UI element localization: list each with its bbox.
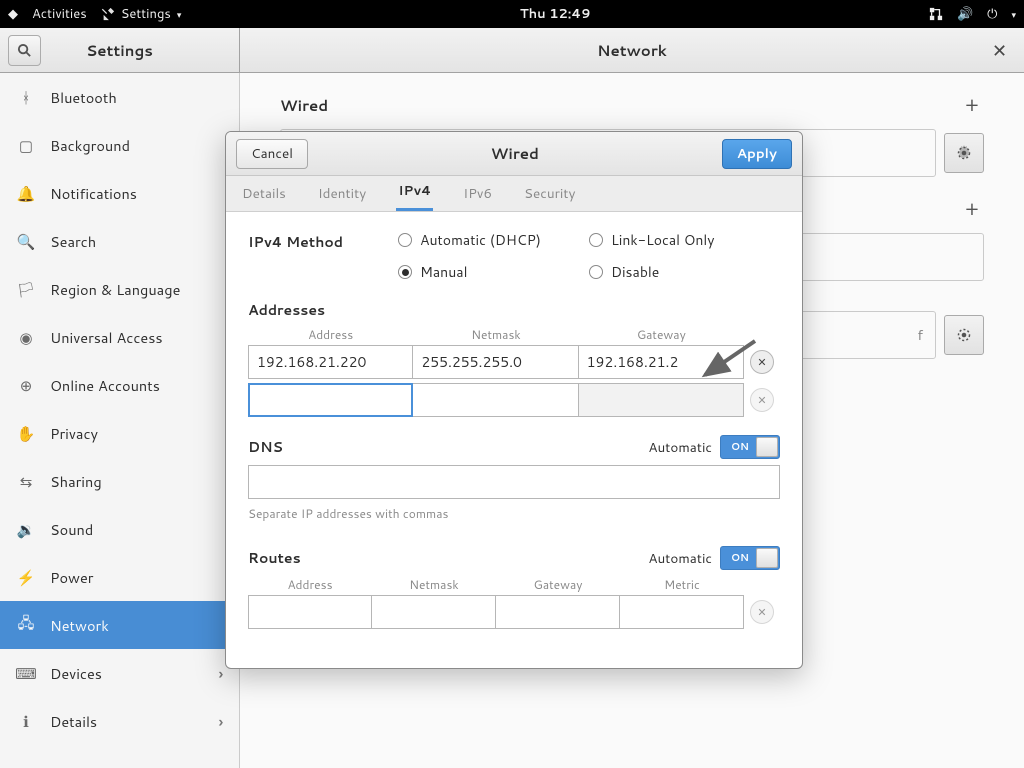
ipv4-method-label: IPv4 Method: [248, 230, 398, 282]
clock[interactable]: Thu 12:49: [181, 5, 929, 23]
ipv4-method-manual[interactable]: Manual: [398, 262, 589, 282]
dialog-title: Wired: [308, 143, 722, 164]
route-row-0: ✕: [248, 595, 780, 629]
dns-automatic-toggle[interactable]: ON: [720, 435, 780, 459]
cancel-button[interactable]: Cancel: [236, 139, 308, 169]
route-address-input[interactable]: [248, 595, 372, 629]
addresses-header: Address Netmask Gateway: [248, 326, 780, 343]
tab-security[interactable]: Security: [522, 176, 577, 211]
route-netmask-input[interactable]: [372, 595, 496, 629]
dialog-body: IPv4 Method Automatic (DHCP)Link-Local O…: [226, 212, 802, 668]
dns-input[interactable]: [248, 465, 780, 499]
addresses-label: Addresses: [248, 300, 780, 320]
connection-editor-dialog: Cancel Wired Apply DetailsIdentityIPv4IP…: [225, 131, 803, 669]
tab-identity[interactable]: Identity: [316, 176, 368, 211]
route-gateway-input[interactable]: [496, 595, 620, 629]
ipv4-method-disable[interactable]: Disable: [589, 262, 780, 282]
gnome-logo-icon: ◆: [8, 5, 18, 23]
tools-icon: [101, 7, 115, 21]
routes-label: Routes: [248, 548, 301, 568]
ipv4-method-automatic-dhcp-[interactable]: Automatic (DHCP): [398, 230, 589, 250]
tab-ipv6[interactable]: IPv6: [461, 176, 494, 211]
app-menu-button[interactable]: Settings ▾: [101, 5, 182, 23]
dialog-tabs: Details Identity IPv4 IPv6 Security: [226, 176, 802, 212]
ipv4-method-link-local-only[interactable]: Link-Local Only: [589, 230, 780, 250]
route-metric-input[interactable]: [620, 595, 744, 629]
radio-icon: [398, 265, 412, 279]
system-menu-chevron-icon[interactable]: ▾: [1011, 8, 1016, 21]
dns-label: DNS: [248, 437, 283, 457]
dialog-header: Cancel Wired Apply: [226, 132, 802, 176]
radio-icon: [589, 265, 603, 279]
delete-row-button-new[interactable]: ✕: [750, 388, 774, 412]
gnome-topbar: ◆ Activities Settings ▾ Thu 12:49 🔊 ⏻ ▾: [0, 0, 1024, 28]
tab-ipv4[interactable]: IPv4: [396, 173, 433, 211]
address-row-0: ✕: [248, 345, 780, 379]
ipv4-method-options: Automatic (DHCP)Link-Local OnlyManualDis…: [398, 230, 780, 282]
netmask-input[interactable]: [413, 345, 578, 379]
gateway-input[interactable]: [579, 345, 744, 379]
radio-icon: [398, 233, 412, 247]
gateway-input-new[interactable]: [579, 383, 744, 417]
delete-route-button[interactable]: ✕: [750, 600, 774, 624]
dns-hint: Separate IP addresses with commas: [248, 505, 780, 522]
address-input[interactable]: [248, 345, 413, 379]
apply-button[interactable]: Apply: [722, 139, 792, 169]
address-row-1: ✕: [248, 383, 780, 417]
routes-header: Address Netmask Gateway Metric: [248, 576, 780, 593]
radio-icon: [589, 233, 603, 247]
routes-automatic-label: Automatic: [648, 549, 712, 568]
netmask-input-new[interactable]: [413, 383, 578, 417]
address-input-new[interactable]: [248, 383, 413, 417]
routes-automatic-toggle[interactable]: ON: [720, 546, 780, 570]
tab-details[interactable]: Details: [240, 176, 288, 211]
power-icon[interactable]: ⏻: [987, 5, 997, 23]
dns-automatic-label: Automatic: [648, 438, 712, 457]
delete-row-button[interactable]: ✕: [750, 350, 774, 374]
volume-icon[interactable]: 🔊: [957, 5, 973, 23]
activities-button[interactable]: Activities: [32, 5, 87, 23]
network-icon[interactable]: [929, 7, 943, 21]
